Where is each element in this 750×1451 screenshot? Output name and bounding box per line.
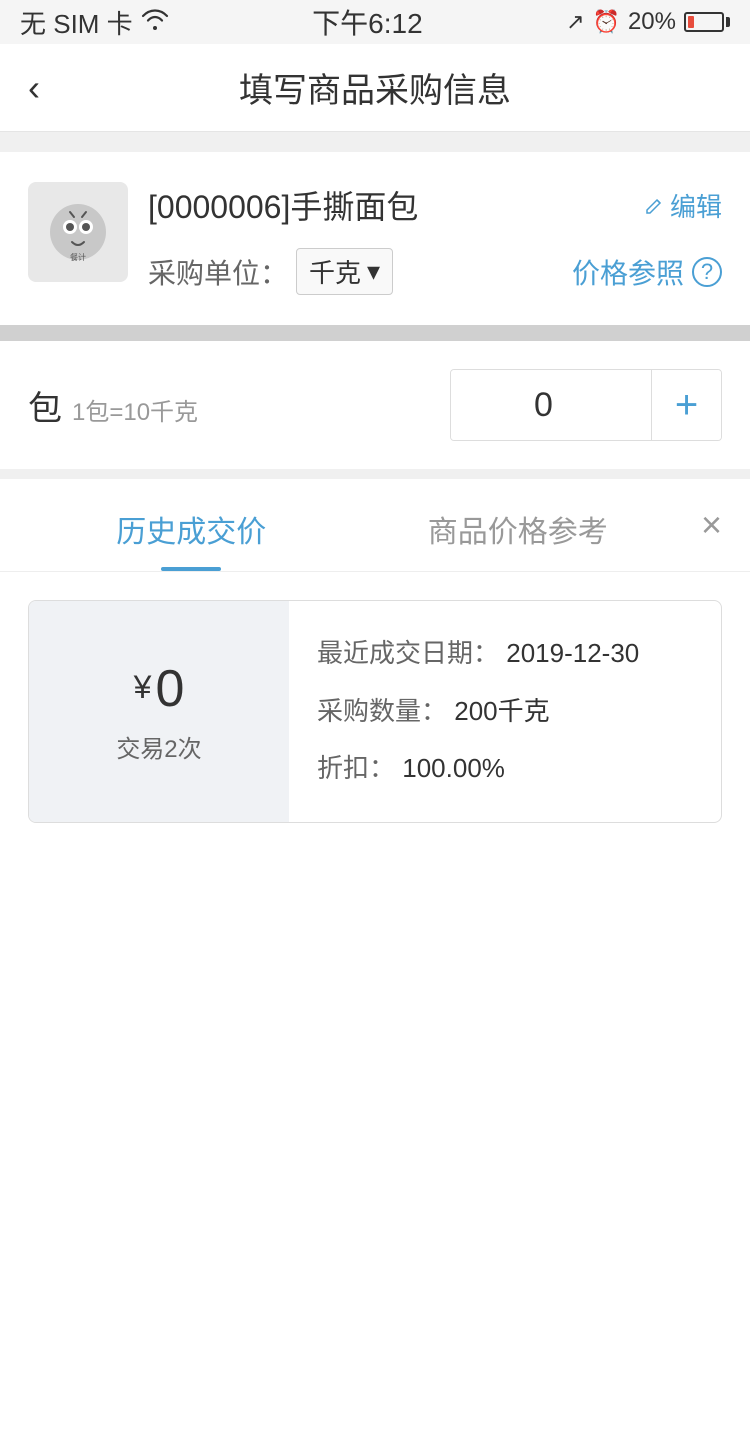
status-right: ↗ ⏰ 20% — [566, 8, 730, 36]
svg-text:餐计: 餐计 — [70, 252, 86, 262]
purchase-qty-row: 采购数量： 200千克 — [317, 691, 693, 733]
quantity-input[interactable] — [451, 370, 651, 440]
bottom-space — [0, 851, 750, 1451]
price-currency-symbol: ¥ — [134, 669, 152, 706]
product-unit-row: 采购单位： 千克 ▾ 价格参照 ? — [148, 248, 722, 295]
battery-icon — [684, 12, 730, 32]
status-left: 无 SIM 卡 — [20, 4, 169, 41]
quantity-plus-button[interactable]: + — [651, 370, 721, 440]
quantity-conversion: 1包=10千克 — [72, 392, 198, 427]
tab-content: ¥ 0 交易2次 最近成交日期： 2019-12-30 采购数量： 200千克 … — [0, 572, 750, 851]
price-ref-label: 价格参照 — [572, 252, 684, 292]
recent-date-value: 2019-12-30 — [506, 638, 639, 668]
battery-percent: 20% — [628, 8, 676, 36]
unit-value: 千克 — [309, 253, 361, 290]
recent-date-label: 最近成交日期： — [317, 638, 499, 668]
product-thumbnail: 餐计 — [28, 182, 128, 282]
purchase-qty-label: 采购数量： — [317, 696, 447, 726]
tab-header: 历史成交价 商品价格参考 × — [0, 479, 750, 572]
product-info: [0000006]手撕面包 编辑 采购单位： 千克 ▾ 价格参照 ? — [148, 182, 722, 295]
back-button[interactable]: ‹ — [28, 67, 40, 109]
quantity-row: 包 1包=10千克 + — [0, 341, 750, 469]
discount-value: 100.00% — [402, 753, 505, 783]
discount-label: 折扣： — [317, 753, 395, 783]
history-card: ¥ 0 交易2次 最近成交日期： 2019-12-30 采购数量： 200千克 … — [28, 600, 722, 823]
unit-dropdown-arrow: ▾ — [367, 256, 380, 287]
history-price-section: ¥ 0 交易2次 — [29, 601, 289, 822]
quantity-input-wrap: + — [450, 369, 722, 441]
tab-panel: 历史成交价 商品价格参考 × ¥ 0 交易2次 最近成交日期： 2019-12-… — [0, 479, 750, 851]
purchase-qty-value: 200千克 — [454, 696, 549, 726]
status-bar: 无 SIM 卡 下午6:12 ↗ ⏰ 20% — [0, 0, 750, 44]
quantity-label: 包 1包=10千克 — [28, 381, 198, 430]
price-value: 0 — [155, 659, 184, 719]
unit-select[interactable]: 千克 ▾ — [296, 248, 393, 295]
sim-text: 无 SIM 卡 — [20, 4, 133, 41]
navigation-bar: ‹ 填写商品采购信息 — [0, 44, 750, 132]
history-details: 最近成交日期： 2019-12-30 采购数量： 200千克 折扣： 100.0… — [289, 601, 721, 822]
alarm-icon: ⏰ — [593, 9, 620, 35]
price-ref-button[interactable]: 价格参照 ? — [572, 252, 722, 292]
trade-count: 交易2次 — [116, 729, 201, 764]
tab-product-price-ref[interactable]: 商品价格参考 — [354, 479, 680, 571]
discount-row: 折扣： 100.00% — [317, 748, 693, 790]
status-time: 下午6:12 — [312, 2, 423, 42]
section-divider — [0, 325, 750, 341]
recent-date-row: 最近成交日期： 2019-12-30 — [317, 633, 693, 675]
location-icon: ↗ — [566, 9, 584, 35]
tab-close-button[interactable]: × — [681, 484, 722, 566]
product-header: [0000006]手撕面包 编辑 — [148, 182, 722, 228]
edit-button[interactable]: 编辑 — [644, 187, 722, 224]
product-name: [0000006]手撕面包 — [148, 182, 418, 228]
quantity-unit: 包 — [28, 381, 62, 430]
unit-label: 采购单位： — [148, 252, 288, 292]
tab-history-price[interactable]: 历史成交价 — [28, 479, 354, 571]
product-section: 餐计 [0000006]手撕面包 编辑 采购单位： 千克 ▾ — [0, 152, 750, 325]
history-price: ¥ 0 — [134, 659, 185, 719]
price-ref-question-icon: ? — [692, 257, 722, 287]
page-title: 填写商品采购信息 — [239, 63, 511, 112]
wifi-icon — [141, 7, 169, 38]
